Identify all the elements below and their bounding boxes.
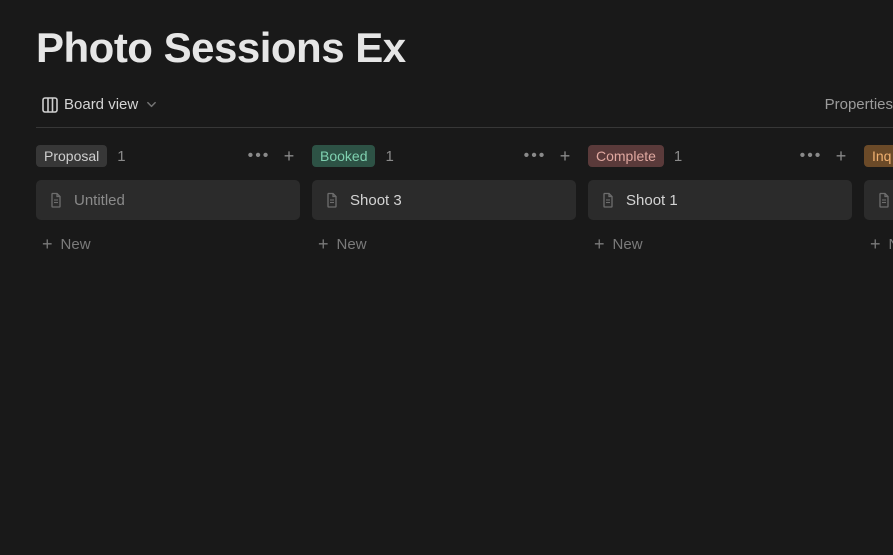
status-tag[interactable]: Inq <box>864 145 893 167</box>
card-title: Shoot 3 <box>350 192 402 209</box>
column-more-button[interactable]: ••• <box>800 145 822 167</box>
new-card-button[interactable]: + New <box>36 230 300 258</box>
column-more-button[interactable]: ••• <box>524 145 546 167</box>
plus-icon: + <box>594 235 605 253</box>
card[interactable]: Untitled <box>36 180 300 220</box>
status-tag[interactable]: Booked <box>312 145 375 167</box>
new-card-label: New <box>61 236 91 253</box>
column-header: Complete 1 ••• + <box>588 142 852 170</box>
column-actions: ••• + <box>800 145 852 167</box>
column-actions: ••• + <box>248 145 300 167</box>
more-icon: ••• <box>248 148 271 164</box>
status-tag[interactable]: Proposal <box>36 145 107 167</box>
column-more-button[interactable]: ••• <box>248 145 270 167</box>
card-title: Shoot 1 <box>626 192 678 209</box>
page-icon <box>600 192 616 208</box>
card[interactable]: Shoot 1 <box>588 180 852 220</box>
column-header: Booked 1 ••• + <box>312 142 576 170</box>
page-icon <box>876 192 892 208</box>
board-column: Booked 1 ••• + Shoot 3 + New <box>312 142 576 258</box>
column-add-button[interactable]: + <box>278 145 300 167</box>
plus-icon: + <box>42 235 53 253</box>
plus-icon: + <box>284 147 295 165</box>
page-title: Photo Sessions Ex <box>36 0 893 72</box>
new-card-label: New <box>889 236 893 253</box>
card-title: Untitled <box>74 192 125 209</box>
board-column: Inq•••+ + New <box>864 142 893 258</box>
page-icon <box>48 192 64 208</box>
column-header: Inq•••+ <box>864 142 893 170</box>
view-toolbar: Board view Properties <box>36 92 893 128</box>
status-tag[interactable]: Complete <box>588 145 664 167</box>
more-icon: ••• <box>800 148 823 164</box>
column-add-button[interactable]: + <box>830 145 852 167</box>
chevron-down-icon <box>146 99 157 110</box>
new-card-button[interactable]: + New <box>864 230 893 258</box>
new-card-button[interactable]: + New <box>588 230 852 258</box>
column-count: 1 <box>674 148 682 165</box>
view-switcher[interactable]: Board view <box>36 92 163 117</box>
more-icon: ••• <box>524 148 547 164</box>
new-card-button[interactable]: + New <box>312 230 576 258</box>
column-add-button[interactable]: + <box>554 145 576 167</box>
plus-icon: + <box>560 147 571 165</box>
board: Proposal 1 ••• + Untitled + New Booked 1 ••• + Shoo… <box>36 128 893 258</box>
card[interactable]: Shoot 3 <box>312 180 576 220</box>
card[interactable] <box>864 180 893 220</box>
board-column: Proposal 1 ••• + Untitled + New <box>36 142 300 258</box>
new-card-label: New <box>613 236 643 253</box>
board-icon <box>42 97 58 113</box>
column-count: 1 <box>117 148 125 165</box>
plus-icon: + <box>836 147 847 165</box>
column-count: 1 <box>385 148 393 165</box>
board-column: Complete 1 ••• + Shoot 1 + New <box>588 142 852 258</box>
column-header: Proposal 1 ••• + <box>36 142 300 170</box>
page-icon <box>324 192 340 208</box>
new-card-label: New <box>337 236 367 253</box>
properties-button[interactable]: Properties <box>825 96 893 113</box>
view-switcher-label: Board view <box>64 96 138 113</box>
plus-icon: + <box>870 235 881 253</box>
plus-icon: + <box>318 235 329 253</box>
column-actions: ••• + <box>524 145 576 167</box>
